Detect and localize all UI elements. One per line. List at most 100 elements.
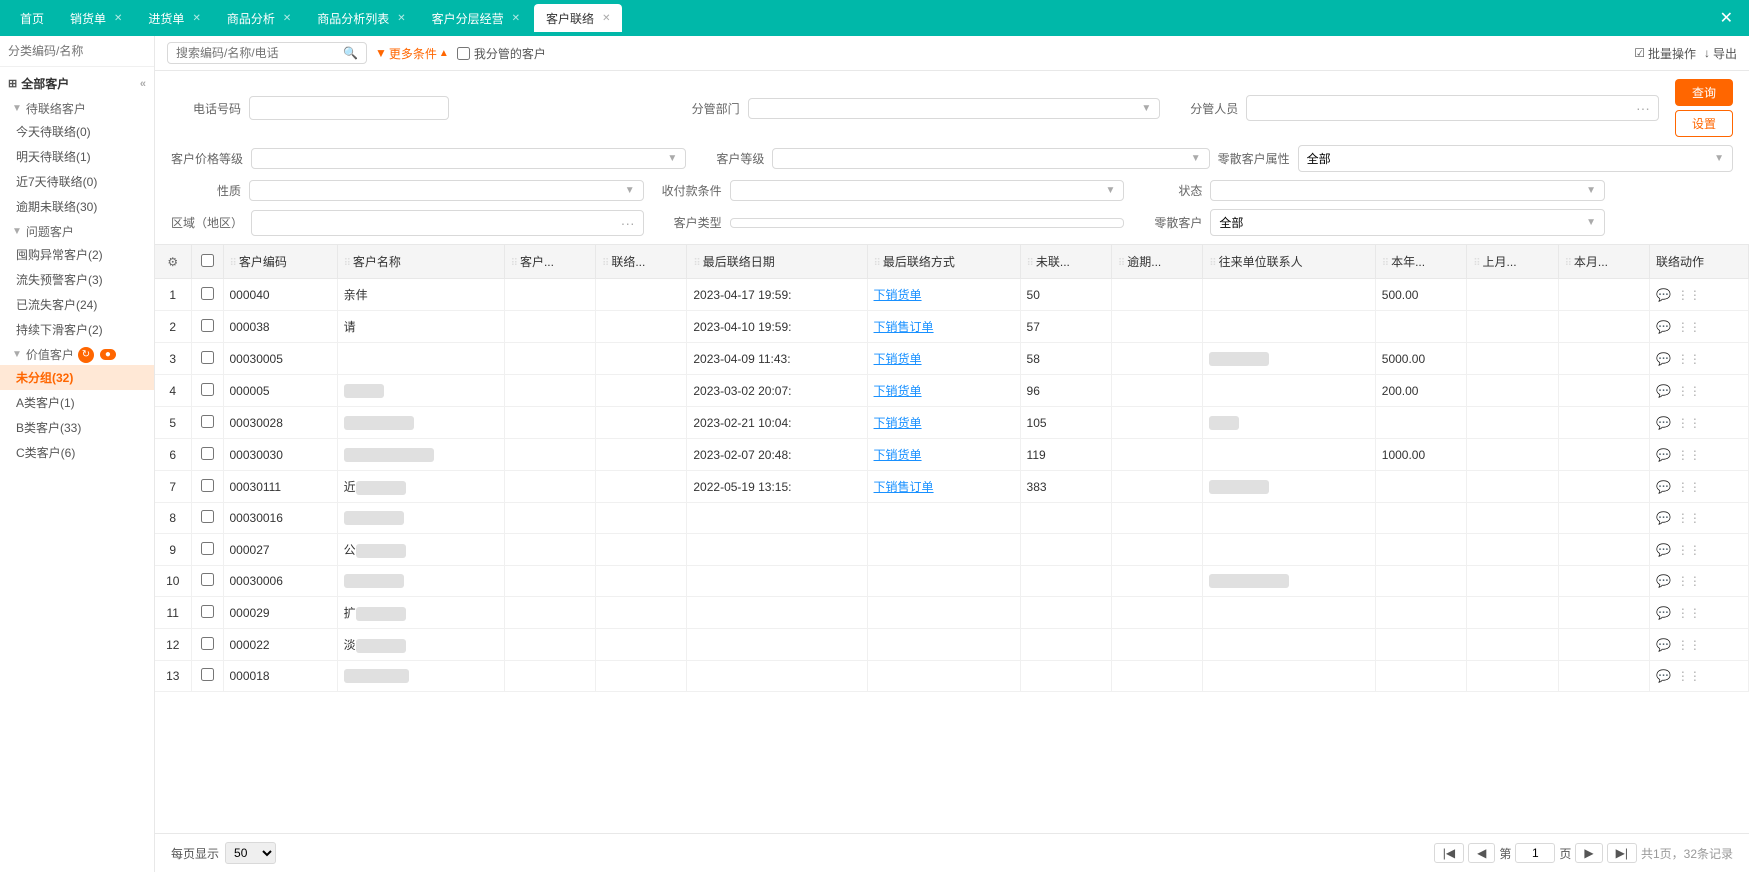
row-last-contact-method[interactable]: 下销货单 bbox=[867, 375, 1020, 407]
row-checkbox[interactable] bbox=[201, 415, 214, 428]
tab-product-analysis[interactable]: 商品分析 ✕ bbox=[215, 4, 303, 32]
row-check[interactable] bbox=[191, 503, 223, 534]
nature-select[interactable]: ▼ bbox=[249, 180, 644, 201]
phone-input[interactable] bbox=[249, 96, 449, 120]
retail-customer-select[interactable]: 全部 ▼ bbox=[1210, 209, 1605, 236]
collapse-sidebar-icon[interactable]: « bbox=[140, 78, 146, 90]
comment-icon[interactable]: 💬 bbox=[1656, 606, 1671, 620]
row-check[interactable] bbox=[191, 471, 223, 503]
sidebar-item-today[interactable]: 今天待联络(0) bbox=[0, 119, 154, 144]
tab-home[interactable]: 首页 bbox=[8, 4, 56, 32]
reset-button[interactable]: 设置 bbox=[1675, 110, 1733, 137]
more-icon[interactable]: ⋮⋮ bbox=[1677, 320, 1701, 334]
sidebar-item-abnormal[interactable]: 囤购异常客户(2) bbox=[0, 242, 154, 267]
retail-attr-select[interactable]: 全部 ▼ bbox=[1298, 145, 1733, 172]
more-icon[interactable]: ⋮⋮ bbox=[1677, 384, 1701, 398]
query-button[interactable]: 查询 bbox=[1675, 79, 1733, 106]
status-select[interactable]: ▼ bbox=[1210, 180, 1605, 201]
row-check[interactable] bbox=[191, 279, 223, 311]
row-checkbox[interactable] bbox=[201, 637, 214, 650]
close-product-analysis-list-icon[interactable]: ✕ bbox=[397, 13, 405, 24]
row-checkbox[interactable] bbox=[201, 351, 214, 364]
sidebar-item-class-c[interactable]: C类客户(6) bbox=[0, 440, 154, 465]
first-page-btn[interactable]: |◀ bbox=[1434, 843, 1464, 863]
comment-icon[interactable]: 💬 bbox=[1656, 352, 1671, 366]
pending-contact-group[interactable]: ▼ 待联络客户 bbox=[0, 96, 154, 119]
row-checkbox[interactable] bbox=[201, 573, 214, 586]
region-select[interactable]: ··· bbox=[251, 210, 644, 236]
problem-customers-group[interactable]: ▼ 问题客户 bbox=[0, 219, 154, 242]
more-icon[interactable]: ⋮⋮ bbox=[1677, 511, 1701, 525]
contact-method-link[interactable]: 下销货单 bbox=[874, 384, 922, 398]
row-check[interactable] bbox=[191, 311, 223, 343]
all-customers-section[interactable]: ⊞ 全部客户 « bbox=[0, 67, 154, 96]
row-checkbox[interactable] bbox=[201, 605, 214, 618]
export-btn[interactable]: ↓ 导出 bbox=[1704, 45, 1737, 62]
manager-select[interactable]: ··· bbox=[1246, 95, 1659, 121]
batch-operations-btn[interactable]: ☑ 批量操作 bbox=[1634, 45, 1696, 62]
row-check[interactable] bbox=[191, 375, 223, 407]
row-check[interactable] bbox=[191, 661, 223, 692]
contact-method-link[interactable]: 下销货单 bbox=[874, 352, 922, 366]
page-input[interactable] bbox=[1515, 843, 1555, 863]
value-refresh-icon[interactable]: ↻ bbox=[78, 347, 94, 363]
close-sales-icon[interactable]: ✕ bbox=[114, 13, 122, 24]
close-customer-contact-icon[interactable]: ✕ bbox=[602, 13, 610, 24]
row-checkbox[interactable] bbox=[201, 447, 214, 460]
my-customers-check[interactable] bbox=[457, 47, 470, 60]
settings-col[interactable]: ⚙ bbox=[155, 245, 191, 279]
comment-icon[interactable]: 💬 bbox=[1656, 384, 1671, 398]
row-checkbox[interactable] bbox=[201, 668, 214, 681]
price-level-select[interactable]: ▼ bbox=[251, 148, 686, 169]
contact-method-link[interactable]: 下销货单 bbox=[874, 416, 922, 430]
last-page-btn[interactable]: ▶| bbox=[1607, 843, 1637, 863]
filter-search-container[interactable]: 🔍 bbox=[167, 42, 367, 64]
row-checkbox[interactable] bbox=[201, 479, 214, 492]
more-icon[interactable]: ⋮⋮ bbox=[1677, 543, 1701, 557]
manager-dots-icon[interactable]: ··· bbox=[1636, 100, 1650, 116]
sidebar-item-ungroup[interactable]: 未分组(32) bbox=[0, 365, 154, 390]
customer-type-select[interactable] bbox=[730, 218, 1125, 228]
more-icon[interactable]: ⋮⋮ bbox=[1677, 288, 1701, 302]
row-check[interactable] bbox=[191, 407, 223, 439]
sidebar-item-lost[interactable]: 已流失客户(24) bbox=[0, 292, 154, 317]
sidebar-item-tomorrow[interactable]: 明天待联络(1) bbox=[0, 144, 154, 169]
sidebar-item-declining[interactable]: 持续下滑客户(2) bbox=[0, 317, 154, 342]
more-icon[interactable]: ⋮⋮ bbox=[1677, 448, 1701, 462]
sidebar-search-input[interactable] bbox=[8, 44, 155, 58]
tab-customer-segment[interactable]: 客户分层经营 ✕ bbox=[420, 4, 532, 32]
row-check[interactable] bbox=[191, 343, 223, 375]
more-icon[interactable]: ⋮⋮ bbox=[1677, 416, 1701, 430]
contact-method-link[interactable]: 下销售订单 bbox=[874, 320, 934, 334]
prev-page-btn[interactable]: ◀ bbox=[1468, 843, 1495, 863]
sidebar-item-overdue[interactable]: 逾期未联络(30) bbox=[0, 194, 154, 219]
value-customers-group[interactable]: ▼ 价值客户 ↻ ● bbox=[0, 342, 154, 365]
row-last-contact-method[interactable]: 下销货单 bbox=[867, 343, 1020, 375]
row-check[interactable] bbox=[191, 439, 223, 471]
filter-search-input[interactable] bbox=[176, 46, 339, 60]
sidebar-item-class-a[interactable]: A类客户(1) bbox=[0, 390, 154, 415]
contact-method-link[interactable]: 下销货单 bbox=[874, 288, 922, 302]
row-checkbox[interactable] bbox=[201, 287, 214, 300]
tab-customer-contact[interactable]: 客户联络 ✕ bbox=[534, 4, 622, 32]
customer-level-select[interactable]: ▼ bbox=[772, 148, 1209, 169]
sidebar-item-attrition-warning[interactable]: 流失预警客户(3) bbox=[0, 267, 154, 292]
my-customers-checkbox[interactable]: 我分管的客户 bbox=[457, 45, 546, 62]
comment-icon[interactable]: 💬 bbox=[1656, 480, 1671, 494]
comment-icon[interactable]: 💬 bbox=[1656, 448, 1671, 462]
tab-sales[interactable]: 销货单 ✕ bbox=[58, 4, 134, 32]
more-icon[interactable]: ⋮⋮ bbox=[1677, 669, 1701, 683]
row-check[interactable] bbox=[191, 629, 223, 661]
select-all-checkbox[interactable] bbox=[201, 254, 214, 267]
close-customer-segment-icon[interactable]: ✕ bbox=[512, 13, 520, 24]
contact-method-link[interactable]: 下销货单 bbox=[874, 448, 922, 462]
contact-method-link[interactable]: 下销售订单 bbox=[874, 480, 934, 494]
per-page-select[interactable]: 50 100 200 bbox=[225, 842, 276, 864]
comment-icon[interactable]: 💬 bbox=[1656, 288, 1671, 302]
row-last-contact-method[interactable]: 下销货单 bbox=[867, 439, 1020, 471]
tab-product-analysis-list[interactable]: 商品分析列表 ✕ bbox=[305, 4, 417, 32]
next-page-btn[interactable]: ▶ bbox=[1575, 843, 1602, 863]
sidebar-item-class-b[interactable]: B类客户(33) bbox=[0, 415, 154, 440]
row-check[interactable] bbox=[191, 534, 223, 566]
sidebar-item-7days[interactable]: 近7天待联络(0) bbox=[0, 169, 154, 194]
